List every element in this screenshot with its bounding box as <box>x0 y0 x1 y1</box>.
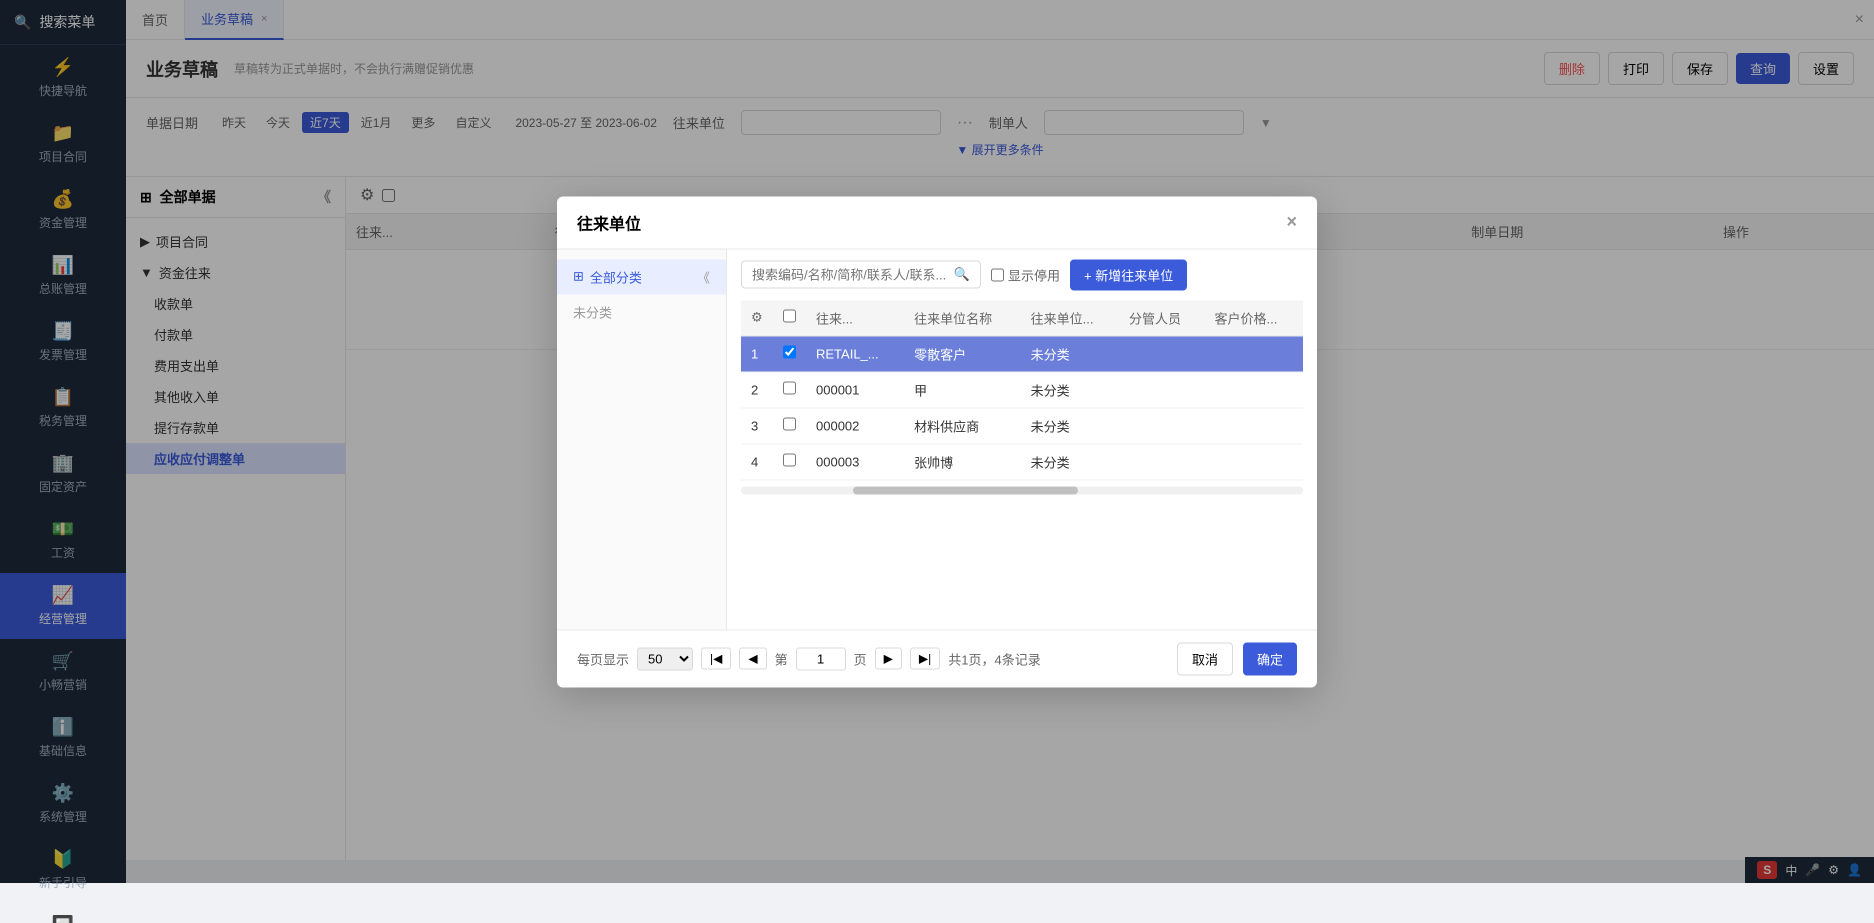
row-select-checkbox[interactable] <box>783 346 796 359</box>
grid-icon-modal: ⊞ <box>573 269 584 285</box>
row-no: 2 <box>741 372 773 408</box>
cancel-button[interactable]: 取消 <box>1177 642 1233 675</box>
modal-select-all[interactable] <box>783 310 796 323</box>
row-category: 未分类 <box>1021 444 1119 480</box>
modal-unclassified: 未分类 <box>557 294 726 329</box>
row-name: 材料供应商 <box>904 408 1020 444</box>
row-manager <box>1119 444 1205 480</box>
col-modal-price: 客户价格... <box>1205 300 1303 336</box>
modal-table-row[interactable]: 1 RETAIL_... 零散客户 未分类 <box>741 336 1303 372</box>
new-counterpart-button[interactable]: + 新增往来单位 <box>1070 259 1187 290</box>
modal-table-row[interactable]: 3 000002 材料供应商 未分类 <box>741 408 1303 444</box>
row-manager <box>1119 336 1205 372</box>
last-page-button[interactable]: ▶| <box>910 648 940 670</box>
row-code: 000001 <box>806 372 904 408</box>
first-page-button[interactable]: |◀ <box>701 648 731 670</box>
all-category-label: 全部分类 <box>590 267 642 286</box>
col-settings: ⚙ <box>741 300 773 336</box>
row-no: 4 <box>741 444 773 480</box>
per-page-select[interactable]: 50 100 200 <box>637 647 693 670</box>
modal-main: 🔍 显示停用 + 新增往来单位 ⚙ 往来... 往来单位名称 往来单位... <box>727 249 1317 629</box>
modal-sidebar: ⊞ 全部分类 《 未分类 <box>557 249 727 629</box>
row-no: 3 <box>741 408 773 444</box>
modal-counterpart: 往来单位 × ⊞ 全部分类 《 未分类 🔍 显示停用 <box>557 196 1317 687</box>
row-select-checkbox[interactable] <box>783 454 796 467</box>
total-label: 共1页，4条记录 <box>948 649 1040 668</box>
row-price <box>1205 408 1303 444</box>
row-manager <box>1119 372 1205 408</box>
horizontal-scrollbar[interactable] <box>741 486 1303 494</box>
row-price <box>1205 336 1303 372</box>
search-icon-modal: 🔍 <box>954 267 970 283</box>
col-modal-name: 往来单位名称 <box>904 300 1020 336</box>
modal-collapse-icon[interactable]: 《 <box>697 267 710 286</box>
show-disabled-label: 显示停用 <box>991 265 1060 284</box>
modal-search-input[interactable] <box>752 267 948 282</box>
prev-page-button[interactable]: ◀ <box>739 648 766 670</box>
modal-title: 往来单位 <box>577 210 641 234</box>
row-code: 000002 <box>806 408 904 444</box>
next-page-button[interactable]: ▶ <box>875 648 902 670</box>
modal-table-row[interactable]: 2 000001 甲 未分类 <box>741 372 1303 408</box>
modal-header: 往来单位 × <box>557 196 1317 249</box>
modal-toolbar: 🔍 显示停用 + 新增往来单位 <box>741 259 1303 290</box>
row-select-checkbox[interactable] <box>783 418 796 431</box>
row-category: 未分类 <box>1021 336 1119 372</box>
row-price <box>1205 372 1303 408</box>
modal-table-row[interactable]: 4 000003 张帅博 未分类 <box>741 444 1303 480</box>
pagination: 每页显示 50 100 200 |◀ ◀ 第 页 ▶ ▶| 共1页，4条记录 <box>577 647 1041 670</box>
scrollbar-thumb <box>853 486 1078 494</box>
modal-sidebar-all[interactable]: ⊞ 全部分类 《 <box>557 259 726 294</box>
row-no: 1 <box>741 336 773 372</box>
row-checkbox[interactable] <box>773 408 806 444</box>
modal-footer: 每页显示 50 100 200 |◀ ◀ 第 页 ▶ ▶| 共1页，4条记录 取… <box>557 629 1317 687</box>
modal-close-button[interactable]: × <box>1286 212 1297 233</box>
row-name: 甲 <box>904 372 1020 408</box>
modal-table-header: ⚙ 往来... 往来单位名称 往来单位... 分管人员 客户价格... <box>741 300 1303 336</box>
page-label: 页 <box>854 649 867 668</box>
confirm-button[interactable]: 确定 <box>1243 642 1297 675</box>
col-checkbox <box>773 300 806 336</box>
modal-search-box: 🔍 <box>741 261 981 289</box>
col-modal-manager: 分管人员 <box>1119 300 1205 336</box>
col-modal-code: 往来... <box>806 300 904 336</box>
col-modal-category: 往来单位... <box>1021 300 1119 336</box>
modal-table: ⚙ 往来... 往来单位名称 往来单位... 分管人员 客户价格... 1 RE… <box>741 300 1303 480</box>
row-manager <box>1119 408 1205 444</box>
row-name: 张帅博 <box>904 444 1020 480</box>
row-select-checkbox[interactable] <box>783 382 796 395</box>
modal-footer-actions: 取消 确定 <box>1177 642 1297 675</box>
row-code: 000003 <box>806 444 904 480</box>
row-checkbox[interactable] <box>773 336 806 372</box>
row-checkbox[interactable] <box>773 444 806 480</box>
show-disabled-checkbox[interactable] <box>991 268 1004 281</box>
page-number-input[interactable] <box>796 647 846 670</box>
row-checkbox[interactable] <box>773 372 806 408</box>
row-price <box>1205 444 1303 480</box>
page-no-label: 第 <box>775 649 788 668</box>
row-name: 零散客户 <box>904 336 1020 372</box>
row-category: 未分类 <box>1021 408 1119 444</box>
modal-body: ⊞ 全部分类 《 未分类 🔍 显示停用 + 新增往来单位 <box>557 249 1317 629</box>
row-code: RETAIL_... <box>806 336 904 372</box>
per-page-label: 每页显示 <box>577 649 629 668</box>
row-category: 未分类 <box>1021 372 1119 408</box>
